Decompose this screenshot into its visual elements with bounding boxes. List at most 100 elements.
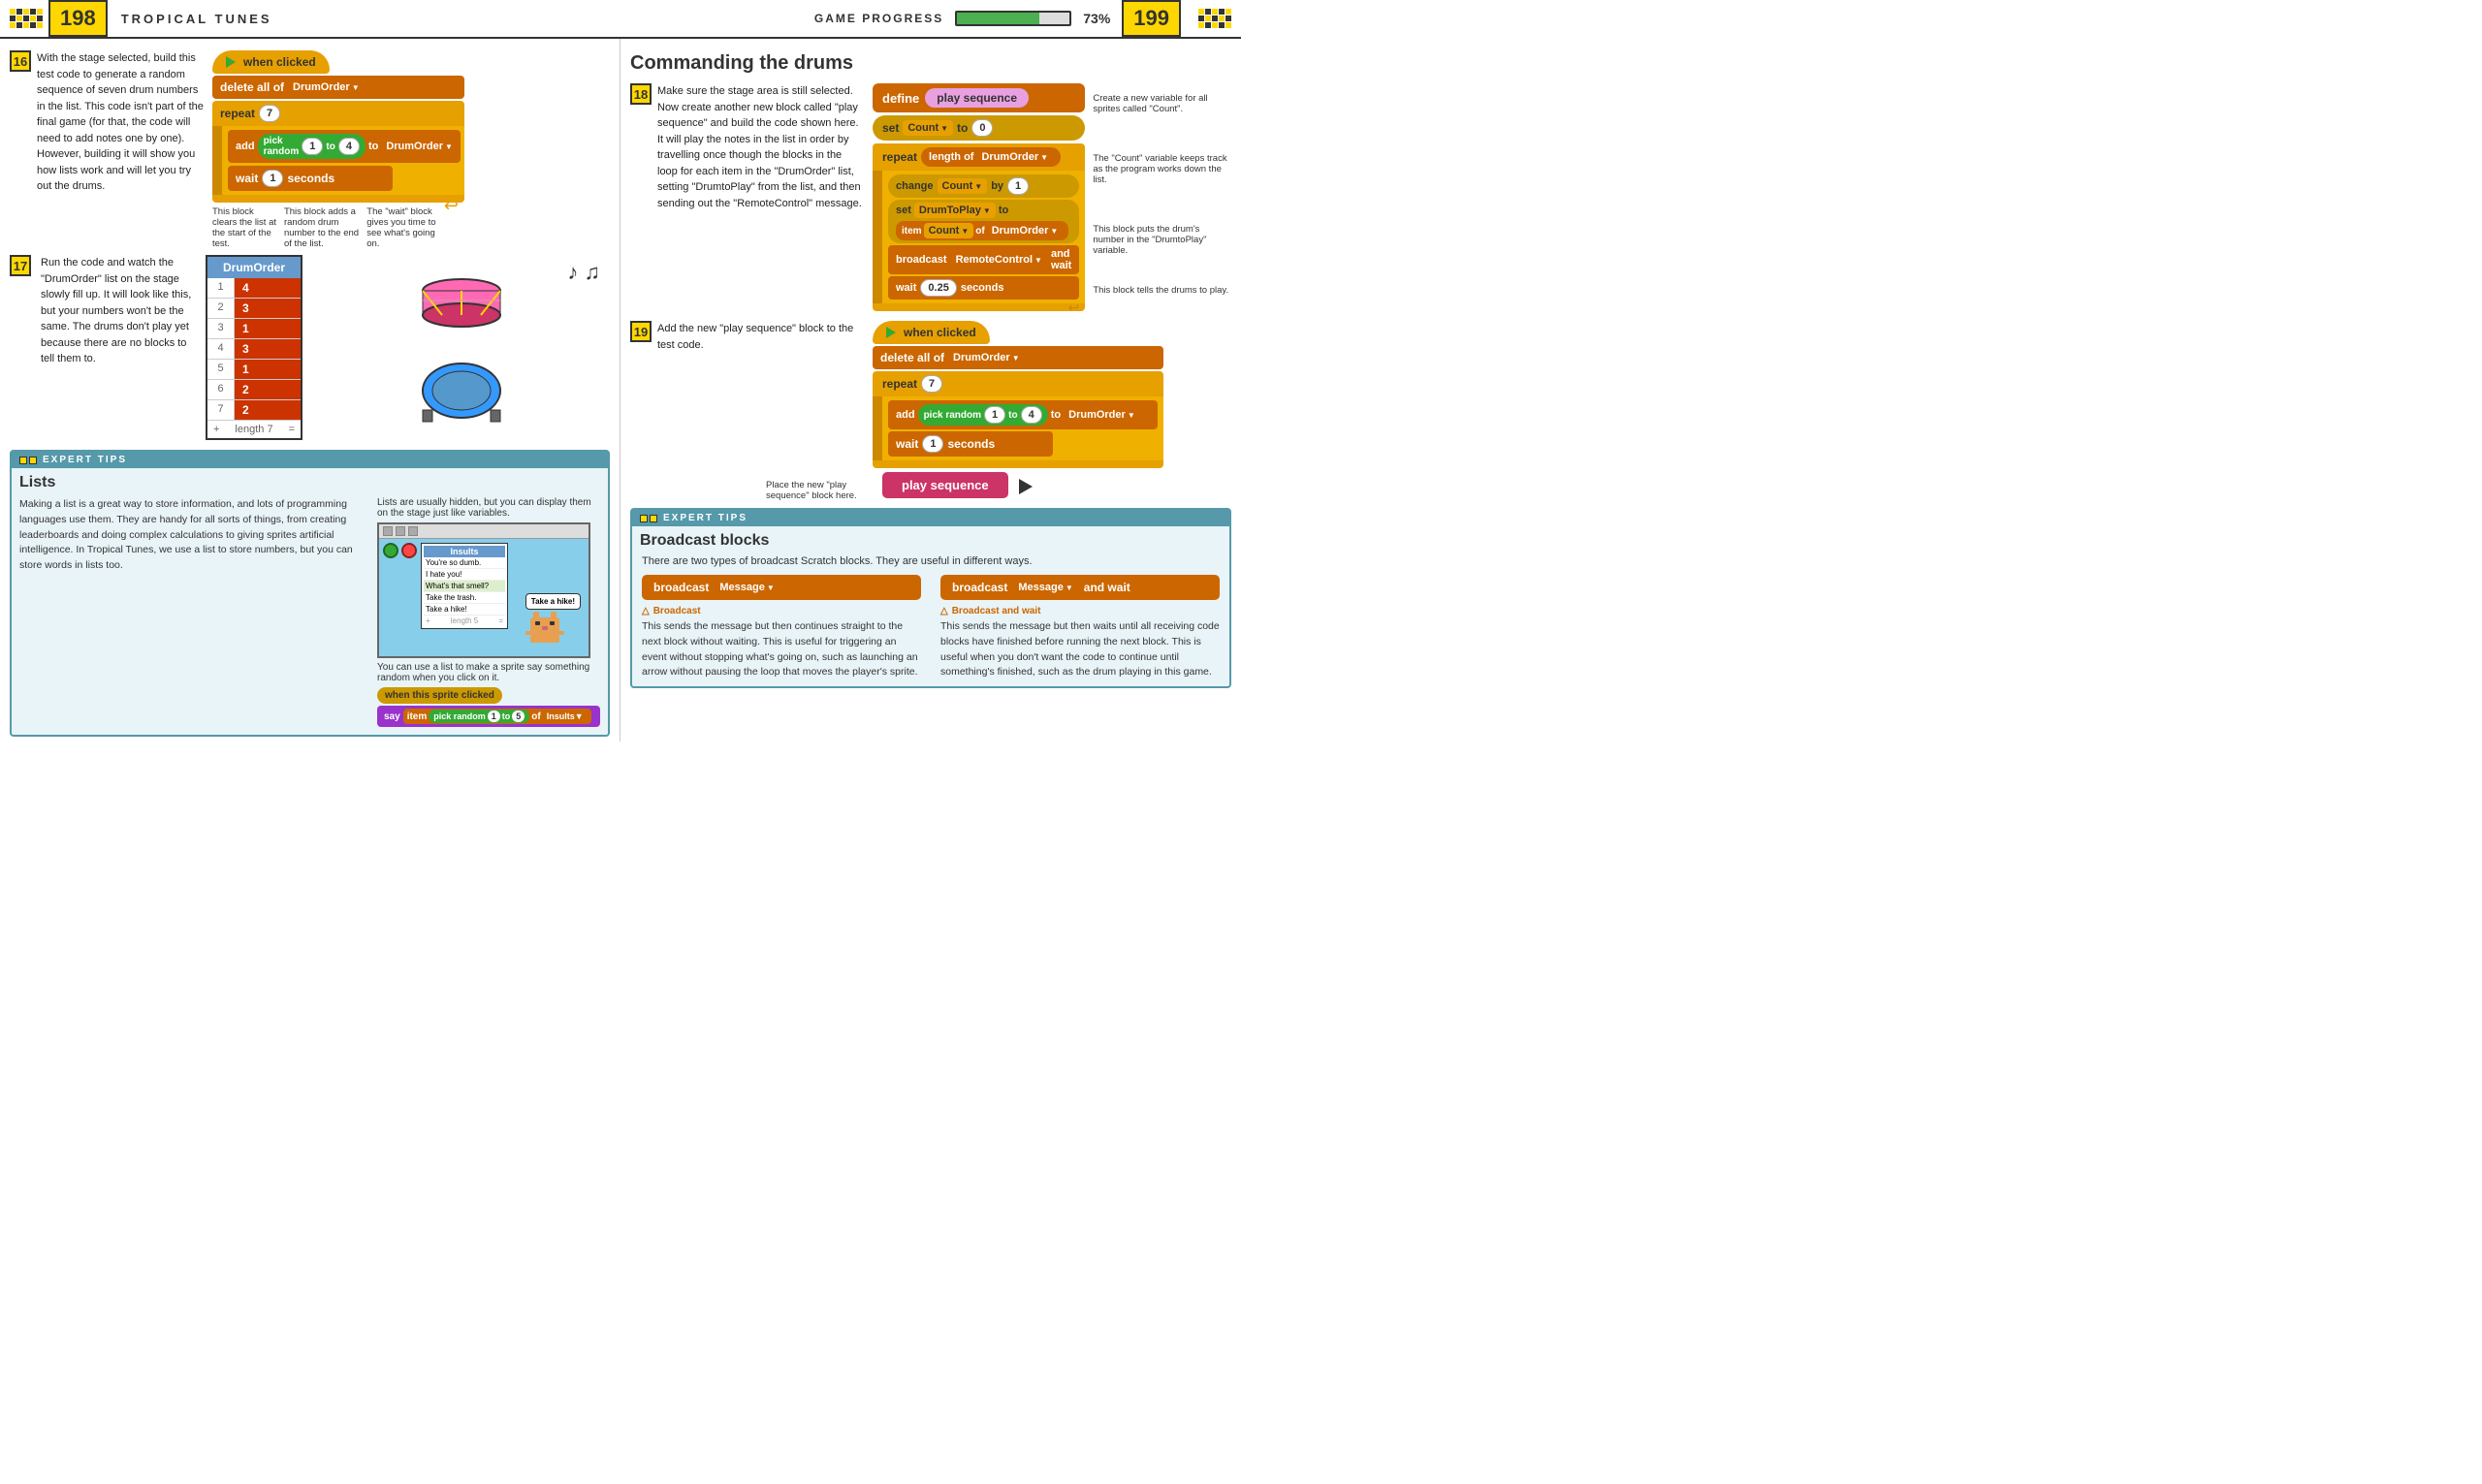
insults-item-1: You're so dumb. xyxy=(424,557,505,569)
note-drums-play: This block tells the drums to play. xyxy=(1093,285,1231,296)
expert-dots xyxy=(19,457,37,464)
step-16-badge: 16 xyxy=(10,50,31,72)
repeat-block: repeat 7 add pick random 1 to 4 to DrumO… xyxy=(212,101,610,203)
flag-icon xyxy=(226,56,236,68)
insults-item-5: Take a hike! xyxy=(424,604,505,616)
progress-fill xyxy=(957,13,1039,24)
repeat-length-block: repeat length of DrumOrder change Count xyxy=(873,143,1085,311)
broadcast-col-left: broadcast Message △ Broadcast This sends… xyxy=(642,575,921,680)
drum-order-dropdown-r2[interactable]: DrumOrder xyxy=(987,223,1064,238)
stop-btn[interactable] xyxy=(401,543,417,558)
step-19-repeat-block: repeat 7 add pick random 1 to 4 to DrumO… xyxy=(873,371,1231,468)
page-header: 198 TROPICAL TUNES GAME PROGRESS 73% 199 xyxy=(0,0,1241,39)
count-dropdown-1[interactable]: Count xyxy=(903,120,953,136)
green-flag-btn[interactable] xyxy=(383,543,398,558)
broadcast-text-left: This sends the message but then continue… xyxy=(642,619,921,680)
step-19-delete-all: delete all of DrumOrder xyxy=(873,346,1163,369)
expert-tips-lists: EXPERT TIPS Lists Making a list is a gre… xyxy=(10,450,610,737)
table-row: 6 2 xyxy=(207,380,301,400)
drum-order-dropdown-1[interactable]: DrumOrder xyxy=(288,79,365,95)
drum-order-dropdown-2[interactable]: DrumOrder xyxy=(381,139,458,154)
step-19-note: Place the new "play sequence" block here… xyxy=(766,480,863,501)
broadcast-grid: broadcast Message △ Broadcast This sends… xyxy=(642,575,1220,680)
step-16-blocks: when clicked delete all of DrumOrder rep… xyxy=(212,50,610,249)
broadcast-expert-header: EXPERT TIPS xyxy=(632,510,1229,526)
expert-tips-broadcast: EXPERT TIPS Broadcast blocks There are t… xyxy=(630,508,1231,688)
table-row: 7 2 xyxy=(207,400,301,421)
step-17: 17 Run the code and watch the "DrumOrder… xyxy=(10,255,610,440)
drum-table-container: DrumOrder 1 4 2 3 3 1 4 3 xyxy=(206,255,302,440)
set-drumtoplay-block: set DrumToPlay to item Count of DrumOrde… xyxy=(888,200,1079,243)
expert-tips-random-note: You can use a list to make a sprite say … xyxy=(377,662,600,683)
step-19-add-block: add pick random 1 to 4 to DrumOrder xyxy=(888,400,1158,429)
insults-length: +length 5= xyxy=(424,616,505,626)
step-17-badge: 17 xyxy=(10,255,31,276)
step-19-text-area: 19 Add the new "play sequence" block to … xyxy=(630,321,863,498)
drum-table-footer: + length 7 = xyxy=(207,421,301,438)
progress-bar xyxy=(955,11,1071,26)
insults-list-display: Insults You're so dumb. I hate you! What… xyxy=(421,543,508,629)
item-pick-random-block: item pick random 1 to 5 of Insults▼ xyxy=(403,709,591,724)
broadcast-label-left: △ Broadcast xyxy=(642,606,921,616)
message-dropdown-1[interactable]: Message xyxy=(715,580,779,595)
step-18-annotations: Create a new variable for all sprites ca… xyxy=(1093,83,1231,311)
note-clears-list: This block clears the list at the start … xyxy=(212,206,278,249)
table-row: 1 4 xyxy=(207,278,301,299)
scratch-screenshot: Insults You're so dumb. I hate you! What… xyxy=(377,522,590,658)
drum-table-header: DrumOrder xyxy=(207,257,301,278)
wait-025-block: wait 0.25 seconds xyxy=(888,276,1079,300)
toolbar-btn-3 xyxy=(408,526,418,536)
broadcast-wait-label-right: △ Broadcast and wait xyxy=(940,606,1220,616)
bass-drum-svg xyxy=(418,357,505,425)
broadcast-wait-text-right: This sends the message but then waits un… xyxy=(940,619,1220,680)
right-section-title: Commanding the drums xyxy=(630,50,1231,76)
insults-item-4: Take the trash. xyxy=(424,592,505,604)
note-wait-block: The "wait" block gives you time to see w… xyxy=(366,206,438,249)
table-row: 4 3 xyxy=(207,339,301,360)
pick-random-oval: pick random 1 to 4 xyxy=(258,134,366,159)
step-19-when-clicked: when clicked xyxy=(873,321,990,344)
note-drum-number: This block puts the drum's number in the… xyxy=(1093,224,1231,256)
broadcast-wait-block-right: broadcast Message and wait xyxy=(940,575,1220,600)
broadcast-intro: There are two types of broadcast Scratch… xyxy=(642,555,1220,567)
broadcast-col-right: broadcast Message and wait △ Broadcast a… xyxy=(940,575,1220,680)
drum-to-play-dropdown[interactable]: DrumToPlay xyxy=(914,203,996,218)
broadcast-remote-block: broadcast RemoteControl and wait xyxy=(888,245,1079,274)
broadcast-expert-label: EXPERT TIPS xyxy=(663,513,748,523)
expert-dot-1 xyxy=(19,457,27,464)
add-pick-random-block: add pick random 1 to 4 to DrumOrder xyxy=(228,130,461,163)
step-19-pick-random: pick random 1 to 4 xyxy=(918,404,1048,426)
step-18-blocks-area: define play sequence set Count to 0 xyxy=(873,83,1231,311)
page-number-left: 198 xyxy=(48,0,108,37)
page-title-left: TROPICAL TUNES xyxy=(121,12,272,26)
when-sprite-clicked-block: when this sprite clicked xyxy=(377,687,502,704)
define-play-sequence-block: define play sequence xyxy=(873,83,1085,112)
game-progress-label: GAME PROGRESS xyxy=(814,12,943,25)
progress-percentage: 73% xyxy=(1083,11,1110,26)
snare-drum-svg xyxy=(413,271,510,349)
speech-bubble: Take a hike! xyxy=(525,593,581,610)
step-19-drum-order-2[interactable]: DrumOrder xyxy=(1064,407,1140,423)
table-row: 3 1 xyxy=(207,319,301,339)
say-item-block: say item pick random 1 to 5 of Insults▼ xyxy=(377,706,600,727)
count-dropdown-3[interactable]: Count xyxy=(924,223,974,238)
broadcast-expert-title: Broadcast blocks xyxy=(632,526,1229,552)
message-dropdown-2[interactable]: Message xyxy=(1013,580,1077,595)
step-18-text-area: 18 Make sure the stage area is still sel… xyxy=(630,83,863,311)
step-19-play-sequence-area: Place the new "play sequence" block here… xyxy=(873,472,1231,498)
remote-control-dropdown[interactable]: RemoteControl xyxy=(951,252,1047,268)
drum-order-dropdown-r1[interactable]: DrumOrder xyxy=(976,149,1053,165)
broadcast-dot-2 xyxy=(650,515,657,522)
step-19-drum-order-1[interactable]: DrumOrder xyxy=(948,350,1025,365)
length-of-oval: length of DrumOrder xyxy=(921,147,1061,167)
broadcast-block-left: broadcast Message xyxy=(642,575,921,600)
insults-header: Insults xyxy=(424,546,505,557)
cat-sprite-svg xyxy=(525,612,564,646)
sprite-block-container: when this sprite clicked say item pick r… xyxy=(377,687,600,727)
note-count-var: Create a new variable for all sprites ca… xyxy=(1093,93,1231,114)
count-dropdown-2[interactable]: Count xyxy=(938,178,988,194)
expert-dot-2 xyxy=(29,457,37,464)
when-clicked-block: when clicked xyxy=(212,50,330,74)
insults-dropdown[interactable]: Insults▼ xyxy=(543,710,588,722)
toolbar-btn-2 xyxy=(396,526,405,536)
